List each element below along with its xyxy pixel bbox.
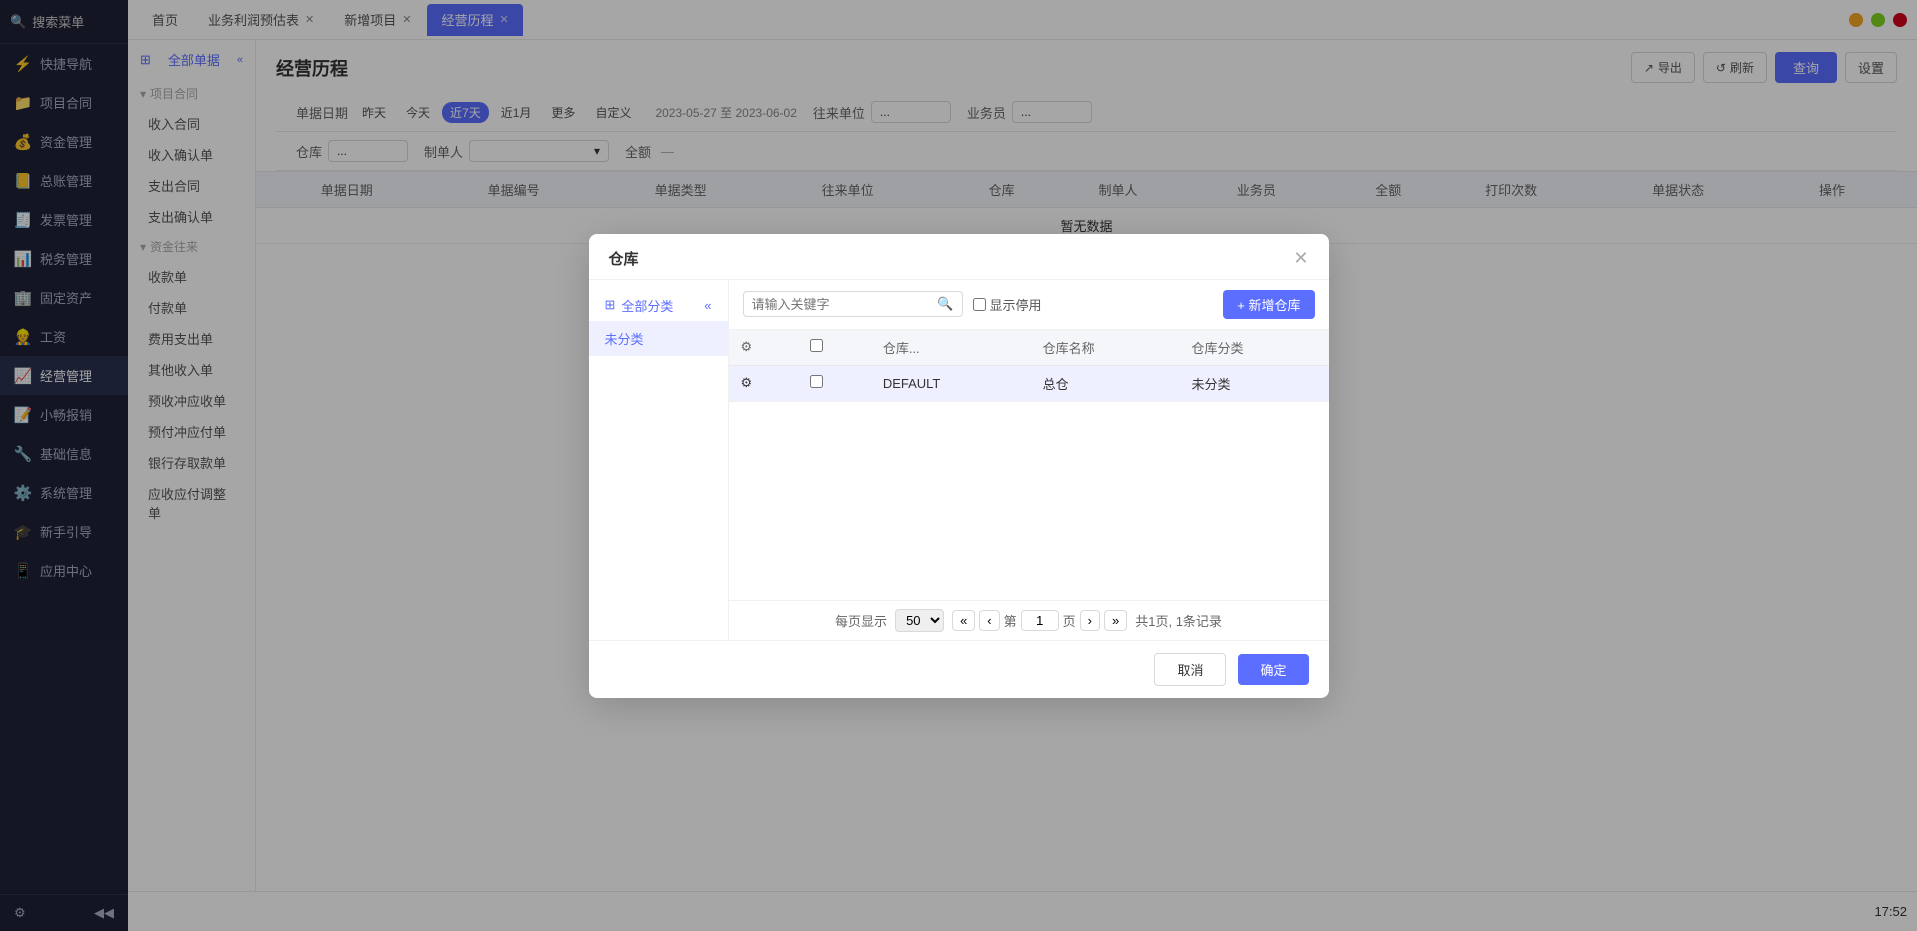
- row-settings-0[interactable]: ⚙: [729, 365, 799, 401]
- apps-icon: ⊞: [605, 297, 616, 313]
- modal-table-wrap: ⚙ 仓库...仓库名称仓库分类 ⚙ DEFAULT 总仓 未分类: [729, 330, 1329, 600]
- cancel-button[interactable]: 取消: [1154, 653, 1226, 686]
- row-category-0: 未分类: [1180, 365, 1329, 401]
- modal-search-input[interactable]: [752, 297, 932, 312]
- show-disabled-text: 显示停用: [990, 295, 1042, 314]
- modal-last-page-btn[interactable]: »: [1104, 610, 1127, 631]
- row-checkbox-0[interactable]: [798, 365, 870, 401]
- row-code-0: DEFAULT: [871, 365, 1031, 401]
- show-disabled-checkbox[interactable]: [973, 298, 986, 311]
- search-icon: 🔍: [937, 296, 953, 312]
- modal-search-wrap: 🔍: [743, 291, 963, 317]
- modal-col-2: 仓库...: [871, 330, 1031, 366]
- show-disabled-label[interactable]: 显示停用: [973, 295, 1042, 314]
- modal-page-nav: « ‹ 第 页 › »: [952, 610, 1127, 631]
- modal-action-row: 取消 确定: [589, 640, 1329, 698]
- all-categories-item[interactable]: ⊞ 全部分类 «: [589, 290, 728, 321]
- modal-category-sidebar: ⊞ 全部分类 « 未分类: [589, 280, 729, 640]
- warehouse-modal: 仓库 ✕ ⊞ 全部分类 « 未分类 🔍 显示停用 +: [589, 234, 1329, 698]
- add-warehouse-button[interactable]: + 新增仓库: [1223, 290, 1314, 319]
- modal-category-0[interactable]: 未分类: [589, 321, 728, 356]
- modal-toolbar: 🔍 显示停用 + 新增仓库: [729, 280, 1329, 330]
- modal-category-list: 未分类: [589, 321, 728, 356]
- modal-total-info: 共1页, 1条记录: [1135, 611, 1222, 630]
- modal-main-content: 🔍 显示停用 + 新增仓库 ⚙ 仓库...仓库名称仓库分类 ⚙ DEFAULT 总…: [729, 280, 1329, 640]
- modal-page-suffix: 页: [1063, 611, 1076, 630]
- modal-header: 仓库 ✕: [589, 234, 1329, 280]
- modal-col-3: 仓库名称: [1031, 330, 1180, 366]
- modal-pagination-bar: 每页显示 50 « ‹ 第 页 › » 共1页, 1条记录: [729, 600, 1329, 640]
- modal-page-size-label: 每页显示: [835, 611, 887, 630]
- modal-close-button[interactable]: ✕: [1293, 249, 1308, 267]
- row-name-0: 总仓: [1031, 365, 1180, 401]
- modal-page-input[interactable]: [1021, 610, 1059, 631]
- confirm-button[interactable]: 确定: [1238, 654, 1308, 685]
- collapse-category-icon: «: [704, 298, 711, 313]
- modal-select-all-checkbox[interactable]: [810, 339, 823, 352]
- modal-col-4: 仓库分类: [1180, 330, 1329, 366]
- modal-page-size-select[interactable]: 50: [895, 609, 944, 632]
- modal-body: ⊞ 全部分类 « 未分类 🔍 显示停用 + 新增仓库: [589, 280, 1329, 640]
- modal-page-label: 第: [1004, 611, 1017, 630]
- modal-first-page-btn[interactable]: «: [952, 610, 975, 631]
- all-categories-label: 全部分类: [621, 296, 673, 315]
- modal-table-row-0[interactable]: ⚙ DEFAULT 总仓 未分类: [729, 365, 1329, 401]
- modal-next-page-btn[interactable]: ›: [1080, 610, 1100, 631]
- modal-col-1[interactable]: [798, 330, 870, 366]
- modal-col-0[interactable]: ⚙: [729, 330, 799, 366]
- modal-warehouse-table: ⚙ 仓库...仓库名称仓库分类 ⚙ DEFAULT 总仓 未分类: [729, 330, 1329, 402]
- modal-title: 仓库: [609, 248, 639, 269]
- modal-prev-page-btn[interactable]: ‹: [979, 610, 999, 631]
